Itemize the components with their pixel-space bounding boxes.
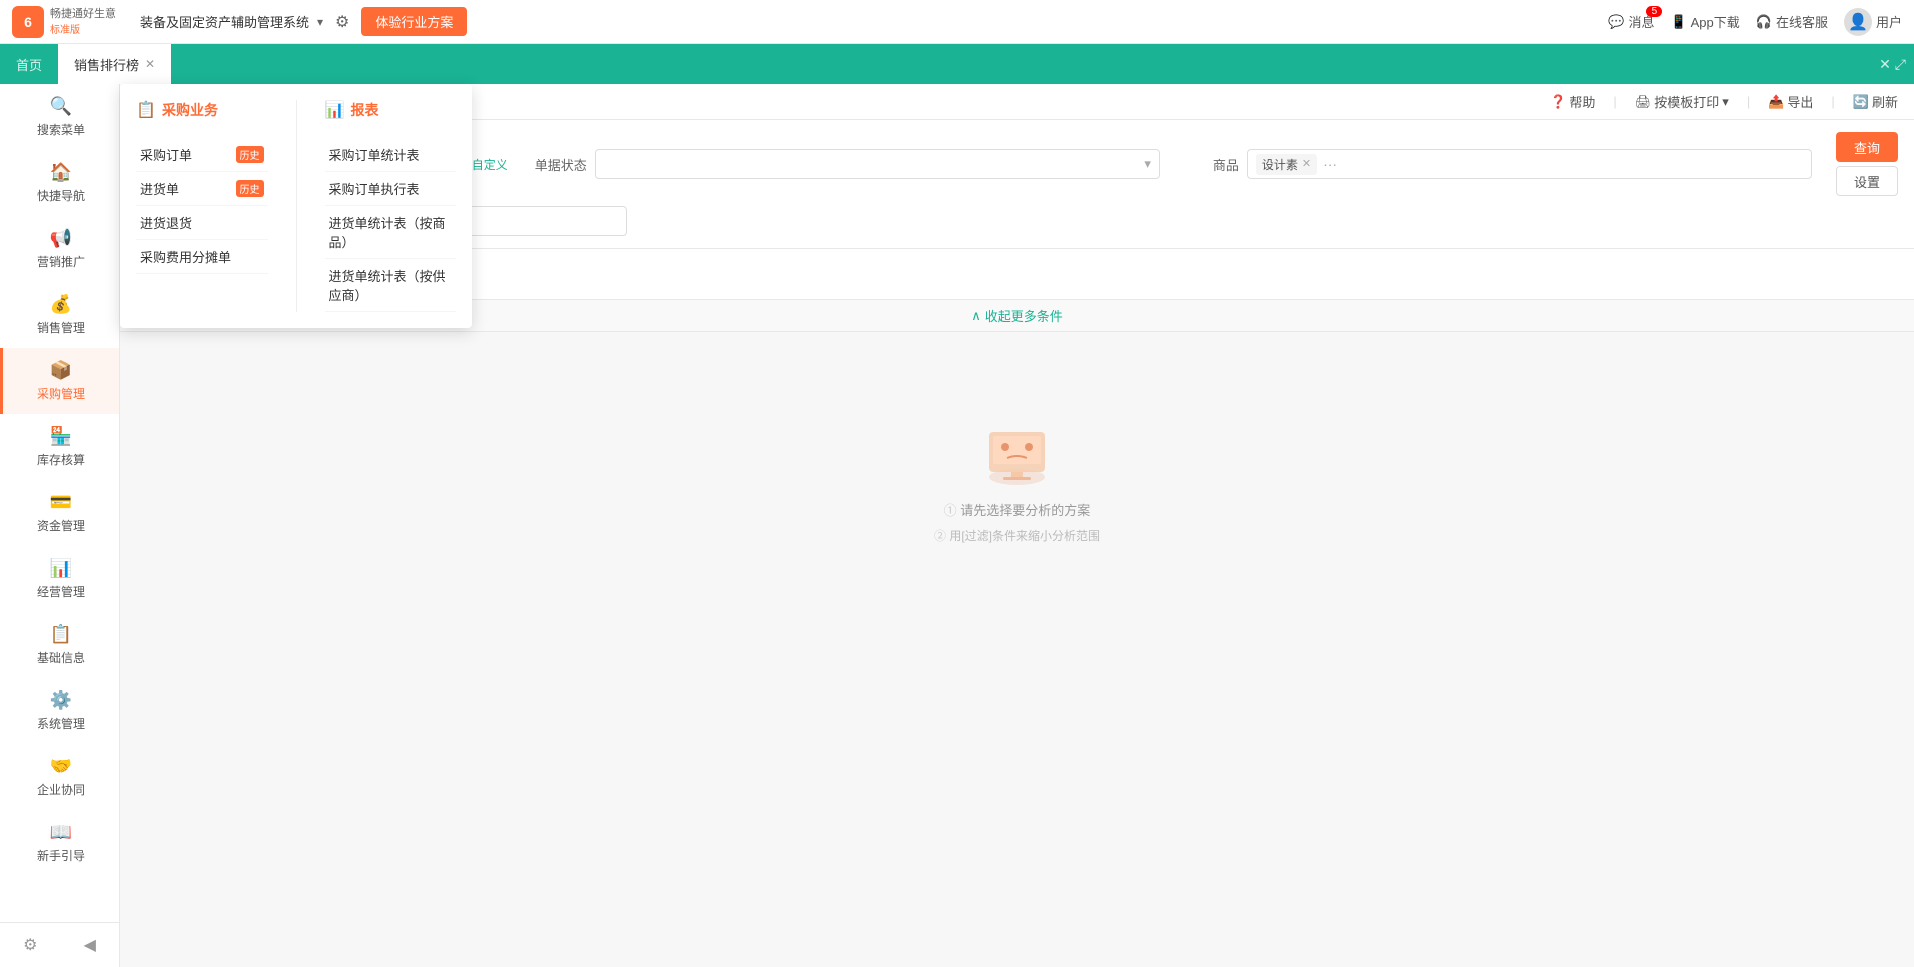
export-btn[interactable]: 📤 导出 (1768, 92, 1813, 111)
phone-icon: 📱 (1670, 14, 1686, 30)
sidebar-bottom: ⚙ ◀ (0, 922, 119, 967)
inventory-icon: 🏪 (50, 426, 72, 447)
help-icon: ❓ (1550, 94, 1566, 110)
sidebar-item-operation[interactable]: 📊 经营管理 (0, 546, 119, 612)
basic-info-icon: 📋 (50, 624, 72, 645)
finance-icon: 💳 (50, 492, 72, 513)
dropdown-divider (296, 100, 297, 312)
dropdown-purchase-title: 📋 采购业务 (136, 100, 268, 126)
dropdown-purchase-section: 📋 采购业务 采购订单 历史 进货单 历史 进货退货 采购费用分摊单 (136, 100, 268, 312)
doc-status-filter-cell: 单据状态 ▾ (532, 149, 1160, 179)
message-icon: 💬 (1608, 14, 1624, 30)
online-service-btn[interactable]: 🎧 在线客服 (1756, 12, 1828, 31)
sidebar-settings-btn[interactable]: ⚙ (19, 931, 41, 959)
dropdown-item-purchase-order[interactable]: 采购订单 历史 (136, 138, 268, 172)
refresh-icon: 🔄 (1853, 94, 1869, 110)
empty-hint-2: ② 用[过滤]条件来缩小分析范围 (934, 527, 1100, 544)
custom-date-btn[interactable]: 自定义 (472, 156, 508, 173)
doc-status-select[interactable]: ▾ (595, 149, 1160, 179)
goods-tag: 设计素 ✕ (1256, 154, 1317, 175)
help-btn[interactable]: ❓ 帮助 (1550, 92, 1595, 111)
purchase-section-icon: 📋 (136, 100, 156, 120)
message-badge: 5 (1646, 6, 1662, 17)
goods-select[interactable]: 设计素 ✕ ··· (1247, 149, 1812, 179)
sidebar-item-system[interactable]: ⚙️ 系统管理 (0, 678, 119, 744)
svg-text:6: 6 (24, 14, 32, 30)
empty-illustration (967, 412, 1067, 492)
tab-window-actions: ✕ ⤢ (1879, 56, 1906, 73)
guide-icon: 📖 (50, 822, 72, 843)
goods-tag-close[interactable]: ✕ (1302, 159, 1311, 170)
tab-bar: 首页 销售排行榜 ✕ ✕ ⤢ (0, 44, 1914, 84)
export-icon: 📤 (1768, 94, 1784, 110)
sidebar-item-search[interactable]: 🔍 搜索菜单 (0, 84, 119, 150)
sidebar: 🔍 搜索菜单 🏠 快捷导航 📢 营销推广 💰 销售管理 📦 采购管理 🏪 库存核… (0, 84, 120, 967)
goods-filter-cell: 商品 设计素 ✕ ··· (1184, 149, 1812, 179)
sidebar-item-guide[interactable]: 📖 新手引导 (0, 810, 119, 876)
dropdown-item-purchase-expense[interactable]: 采购费用分摊单 (136, 240, 268, 274)
purchase-dropdown-menu: 📋 采购业务 采购订单 历史 进货单 历史 进货退货 采购费用分摊单 📊 报表 … (120, 84, 472, 328)
sidebar-item-inventory[interactable]: 🏪 库存核算 (0, 414, 119, 480)
dropdown-item-report-order-exec[interactable]: 采购订单执行表 (325, 172, 457, 206)
logo-area: 6 畅捷通好生意 标准版 (12, 6, 132, 38)
logo-text: 畅捷通好生意 (50, 7, 116, 21)
goods-more-btn[interactable]: ··· (1323, 156, 1337, 172)
sidebar-item-quick-nav[interactable]: 🏠 快捷导航 (0, 150, 119, 216)
user-btn[interactable]: 👤 用户 (1844, 8, 1902, 36)
sales-icon: 💰 (50, 294, 72, 315)
purchase-icon: 📦 (50, 360, 72, 381)
history-tag-1: 历史 (236, 180, 264, 197)
empty-state: ① 请先选择要分析的方案 ② 用[过滤]条件来缩小分析范围 (120, 332, 1914, 624)
chevron-down-icon: ▾ (1144, 156, 1151, 172)
template-print-btn[interactable]: 🖨 按模板打印 ▾ (1635, 92, 1729, 111)
sidebar-item-sales[interactable]: 💰 销售管理 (0, 282, 119, 348)
operation-icon: 📊 (50, 558, 72, 579)
tab-close-icon[interactable]: ✕ (1879, 56, 1891, 73)
top-header: 6 畅捷通好生意 标准版 装备及固定资产辅助管理系统 ▾ ⚙ 体验行业方案 💬 … (0, 0, 1914, 44)
dropdown-report-section: 📊 报表 采购订单统计表 采购订单执行表 进货单统计表（按商品） 进货单统计表（… (325, 100, 457, 312)
marketing-icon: 📢 (50, 228, 72, 249)
dropdown-item-report-order-stats[interactable]: 采购订单统计表 (325, 138, 457, 172)
system-name: 装备及固定资产辅助管理系统 ▾ ⚙ (140, 12, 349, 32)
dropdown-report-title: 📊 报表 (325, 100, 457, 126)
app-download-btn[interactable]: 📱 App下载 (1670, 12, 1739, 31)
tab-expand-icon[interactable]: ⤢ (1895, 56, 1906, 73)
system-dropdown-btn[interactable]: ▾ (317, 15, 323, 29)
header-right: 💬 5 消息 📱 App下载 🎧 在线客服 👤 用户 (1608, 8, 1902, 36)
sidebar-collapse-btn[interactable]: ◀ (80, 931, 100, 959)
tab-close-sales-rank[interactable]: ✕ (145, 57, 155, 71)
settings-btn[interactable]: 设置 (1836, 166, 1898, 196)
dropdown-item-purchase-return[interactable]: 进货退货 (136, 206, 268, 240)
action-buttons: 查询 设置 (1836, 132, 1898, 196)
logo-icon: 6 (12, 6, 44, 38)
system-settings-btn[interactable]: ⚙ (335, 12, 349, 32)
logo-badge: 标准版 (50, 21, 116, 36)
query-btn[interactable]: 查询 (1836, 132, 1898, 162)
sidebar-item-finance[interactable]: 💳 资金管理 (0, 480, 119, 546)
search-icon: 🔍 (50, 96, 72, 117)
message-btn[interactable]: 💬 5 消息 (1608, 12, 1654, 31)
avatar: 👤 (1844, 8, 1872, 36)
cooperation-icon: 🤝 (50, 756, 72, 777)
empty-hint-1: ① 请先选择要分析的方案 (944, 500, 1091, 519)
report-section-icon: 📊 (325, 100, 345, 120)
sidebar-item-basic-info[interactable]: 📋 基础信息 (0, 612, 119, 678)
sidebar-item-cooperation[interactable]: 🤝 企业协同 (0, 744, 119, 810)
home-icon: 🏠 (50, 162, 72, 183)
print-icon: 🖨 (1635, 94, 1652, 110)
tab-home[interactable]: 首页 (0, 44, 58, 84)
industry-btn[interactable]: 体验行业方案 (361, 7, 467, 36)
sidebar-item-marketing[interactable]: 📢 营销推广 (0, 216, 119, 282)
refresh-btn[interactable]: 🔄 刷新 (1853, 92, 1898, 111)
sidebar-item-purchase[interactable]: 📦 采购管理 (0, 348, 119, 414)
history-tag-0: 历史 (236, 146, 264, 163)
dropdown-item-report-supplier-stats[interactable]: 进货单统计表（按供应商） (325, 259, 457, 312)
dropdown-item-purchase-goods[interactable]: 进货单 历史 (136, 172, 268, 206)
headset-icon: 🎧 (1756, 14, 1772, 30)
system-icon: ⚙️ (50, 690, 72, 711)
collapse-up-icon: ∧ (971, 308, 981, 324)
tab-sales-rank[interactable]: 销售排行榜 ✕ (58, 44, 171, 84)
dropdown-item-report-goods-stats[interactable]: 进货单统计表（按商品） (325, 206, 457, 259)
